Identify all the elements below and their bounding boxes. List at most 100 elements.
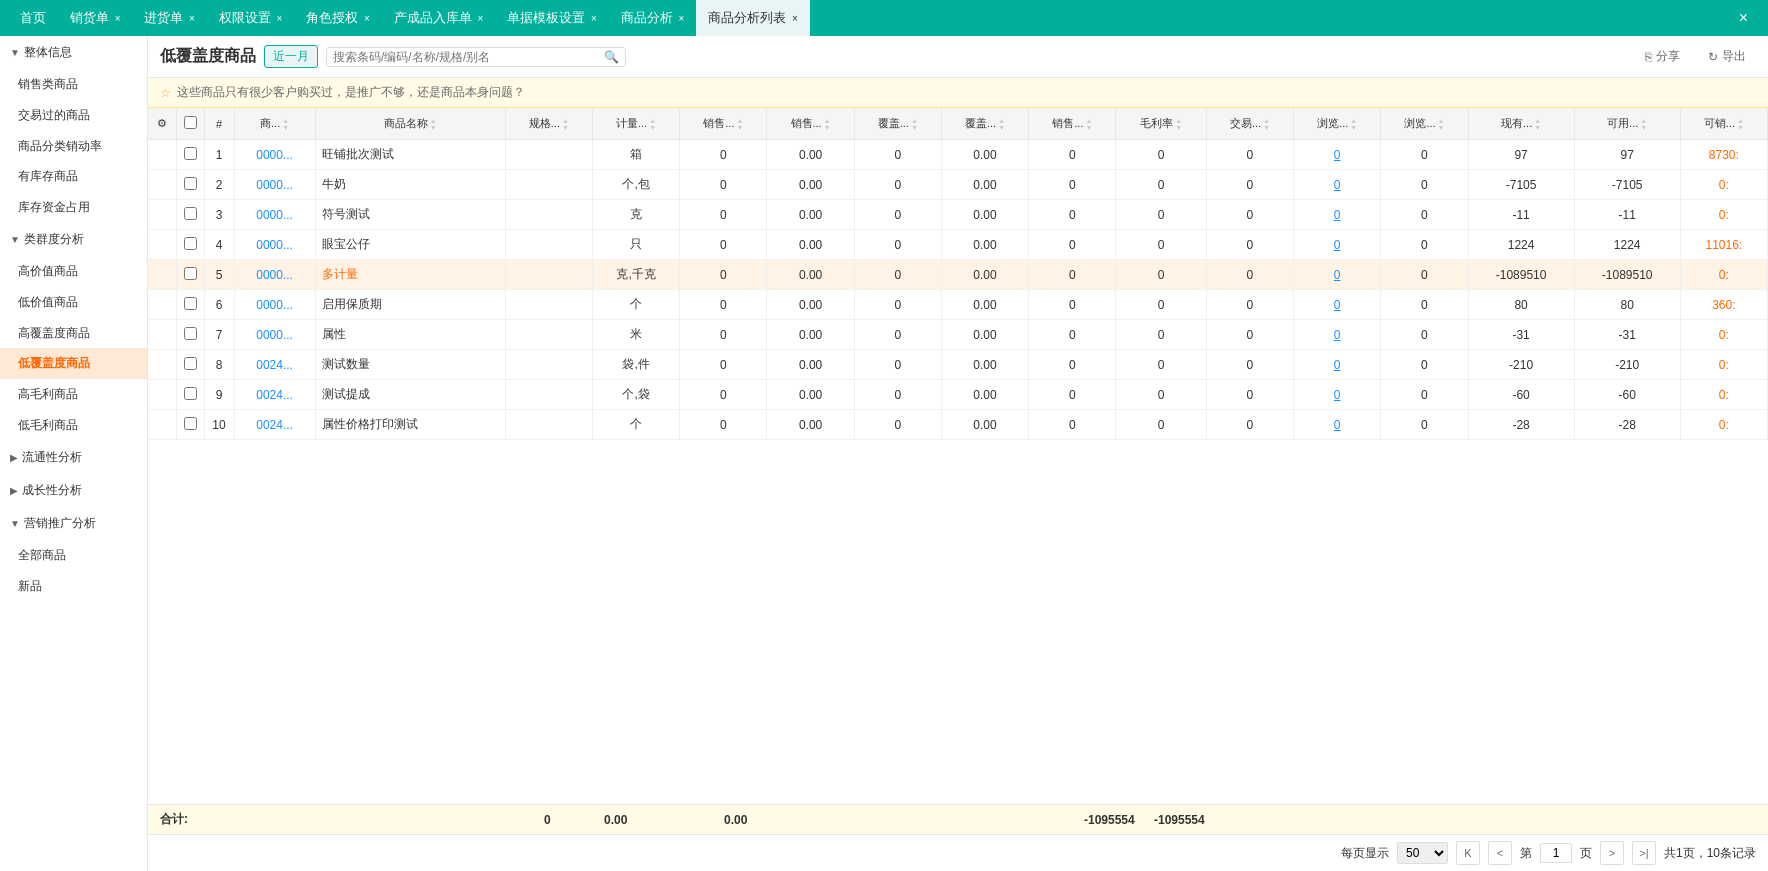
row-name[interactable]: 属性价格打印测试 [315,410,505,440]
row-checkbox-3[interactable] [184,237,197,250]
row-name[interactable]: 测试数量 [315,350,505,380]
col-transaction[interactable]: 交易...▲▼ [1206,108,1293,140]
per-page-select[interactable]: 50 20 100 200 [1397,842,1448,864]
row-browse1[interactable]: 0 [1294,380,1381,410]
nav-role[interactable]: 角色授权 × [294,0,381,36]
col-sales-qty[interactable]: 销售...▲▼ [680,108,767,140]
row-browse1[interactable]: 0 [1294,320,1381,350]
col-browse2[interactable]: 浏览...▲▼ [1381,108,1468,140]
row-browse1[interactable]: 0 [1294,170,1381,200]
nav-finished-close[interactable]: × [478,13,484,24]
col-unit[interactable]: 计量...▲▼ [592,108,679,140]
sidebar-item-high-profit[interactable]: 高毛利商品 [0,379,147,410]
sidebar-item-stock-fund[interactable]: 库存资金占用 [0,192,147,223]
row-browse1[interactable]: 0 [1294,350,1381,380]
col-spec[interactable]: 规格...▲▼ [505,108,592,140]
page-number-input[interactable] [1540,843,1572,863]
search-input[interactable] [333,50,604,64]
nav-purchase[interactable]: 进货单 × [132,0,206,36]
sidebar-item-low-profit[interactable]: 低毛利商品 [0,410,147,441]
row-code[interactable]: 0000... [234,140,315,170]
nav-sales-close[interactable]: × [115,13,121,24]
col-cov1[interactable]: 覆盖...▲▼ [854,108,941,140]
col-browse1[interactable]: 浏览...▲▼ [1294,108,1381,140]
row-checkbox-1[interactable] [184,177,197,190]
row-checkbox-6[interactable] [184,327,197,340]
row-code[interactable]: 0024... [234,410,315,440]
row-checkbox-9[interactable] [184,417,197,430]
nav-analysis[interactable]: 商品分析 × [609,0,696,36]
col-code[interactable]: 商...▲▼ [234,108,315,140]
sidebar-item-low-coverage[interactable]: 低覆盖度商品 [0,348,147,379]
row-browse1[interactable]: 0 [1294,290,1381,320]
row-name[interactable]: 启用保质期 [315,290,505,320]
row-code[interactable]: 0000... [234,320,315,350]
col-profit-rate[interactable]: 毛利率▲▼ [1116,108,1206,140]
nav-template-close[interactable]: × [591,13,597,24]
row-code[interactable]: 0024... [234,380,315,410]
col-name[interactable]: 商品名称▲▼ [315,108,505,140]
row-code[interactable]: 0024... [234,350,315,380]
nav-purchase-close[interactable]: × [189,13,195,24]
nav-permission-close[interactable]: × [277,13,283,24]
sidebar-section-overall[interactable]: ▼ 整体信息 [0,36,147,69]
col-sales-ratio[interactable]: 销售...▲▼ [1029,108,1116,140]
sidebar-item-all-goods[interactable]: 全部商品 [0,540,147,571]
row-name[interactable]: 符号测试 [315,200,505,230]
row-checkbox-2[interactable] [184,207,197,220]
row-code[interactable]: 0000... [234,200,315,230]
row-browse1[interactable]: 0 [1294,140,1381,170]
nav-analysis-close[interactable]: × [678,13,684,24]
share-btn[interactable]: ⎘ 分享 [1635,44,1690,69]
nav-analysis-list-close[interactable]: × [792,13,798,24]
export-btn[interactable]: ↻ 导出 [1698,44,1756,69]
row-name[interactable]: 牛奶 [315,170,505,200]
first-page-btn[interactable]: K [1456,841,1480,865]
sidebar-item-new-goods[interactable]: 新品 [0,571,147,602]
row-name[interactable]: 属性 [315,320,505,350]
sidebar-item-high-value[interactable]: 高价值商品 [0,256,147,287]
row-checkbox-0[interactable] [184,147,197,160]
row-name[interactable]: 旺铺批次测试 [315,140,505,170]
sidebar-section-category[interactable]: ▼ 类群度分析 [0,223,147,256]
col-available[interactable]: 可用...▲▼ [1574,108,1680,140]
prev-page-btn[interactable]: < [1488,841,1512,865]
col-sellable[interactable]: 可销...▲▼ [1680,108,1767,140]
nav-sales[interactable]: 销货单 × [58,0,132,36]
row-name[interactable]: 多计量 [315,260,505,290]
col-current[interactable]: 现有...▲▼ [1468,108,1574,140]
sidebar-item-traded-goods[interactable]: 交易过的商品 [0,100,147,131]
nav-finished[interactable]: 产成品入库单 × [382,0,495,36]
col-gear[interactable]: ⚙ [148,108,176,140]
row-code[interactable]: 0000... [234,290,315,320]
row-code[interactable]: 0000... [234,230,315,260]
select-all-checkbox[interactable] [184,116,197,129]
sidebar-item-stocked-goods[interactable]: 有库存商品 [0,161,147,192]
next-page-btn[interactable]: > [1600,841,1624,865]
col-cov2[interactable]: 覆盖...▲▼ [941,108,1028,140]
row-browse1[interactable]: 0 [1294,260,1381,290]
row-checkbox-8[interactable] [184,387,197,400]
sidebar-item-category-rate[interactable]: 商品分类销动率 [0,131,147,162]
last-page-btn[interactable]: >| [1632,841,1656,865]
sidebar-item-high-coverage[interactable]: 高覆盖度商品 [0,318,147,349]
search-icon[interactable]: 🔍 [604,50,619,64]
row-checkbox-5[interactable] [184,297,197,310]
row-name[interactable]: 眼宝公仔 [315,230,505,260]
nav-template[interactable]: 单据模板设置 × [495,0,608,36]
sidebar-item-sales-goods[interactable]: 销售类商品 [0,69,147,100]
nav-home[interactable]: 首页 [8,0,58,36]
sidebar-item-low-value[interactable]: 低价值商品 [0,287,147,318]
row-name[interactable]: 测试提成 [315,380,505,410]
row-code[interactable]: 0000... [234,260,315,290]
col-sales-amt[interactable]: 销售...▲▼ [767,108,854,140]
window-close-btn[interactable]: × [1727,9,1760,27]
row-checkbox-7[interactable] [184,357,197,370]
row-browse1[interactable]: 0 [1294,230,1381,260]
nav-permission[interactable]: 权限设置 × [207,0,294,36]
row-browse1[interactable]: 0 [1294,200,1381,230]
row-code[interactable]: 0000... [234,170,315,200]
sidebar-section-marketing[interactable]: ▼ 营销推广分析 [0,507,147,540]
nav-role-close[interactable]: × [364,13,370,24]
table-container[interactable]: ⚙ # 商...▲▼ 商品名称▲▼ 规格...▲▼ 计量...▲▼ 销售...▲… [148,108,1768,804]
